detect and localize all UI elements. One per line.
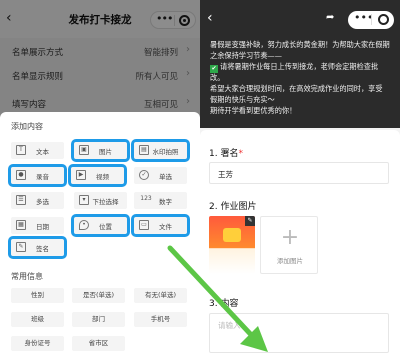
direction-arrow [167, 245, 268, 352]
arrow-shaft [167, 245, 259, 343]
